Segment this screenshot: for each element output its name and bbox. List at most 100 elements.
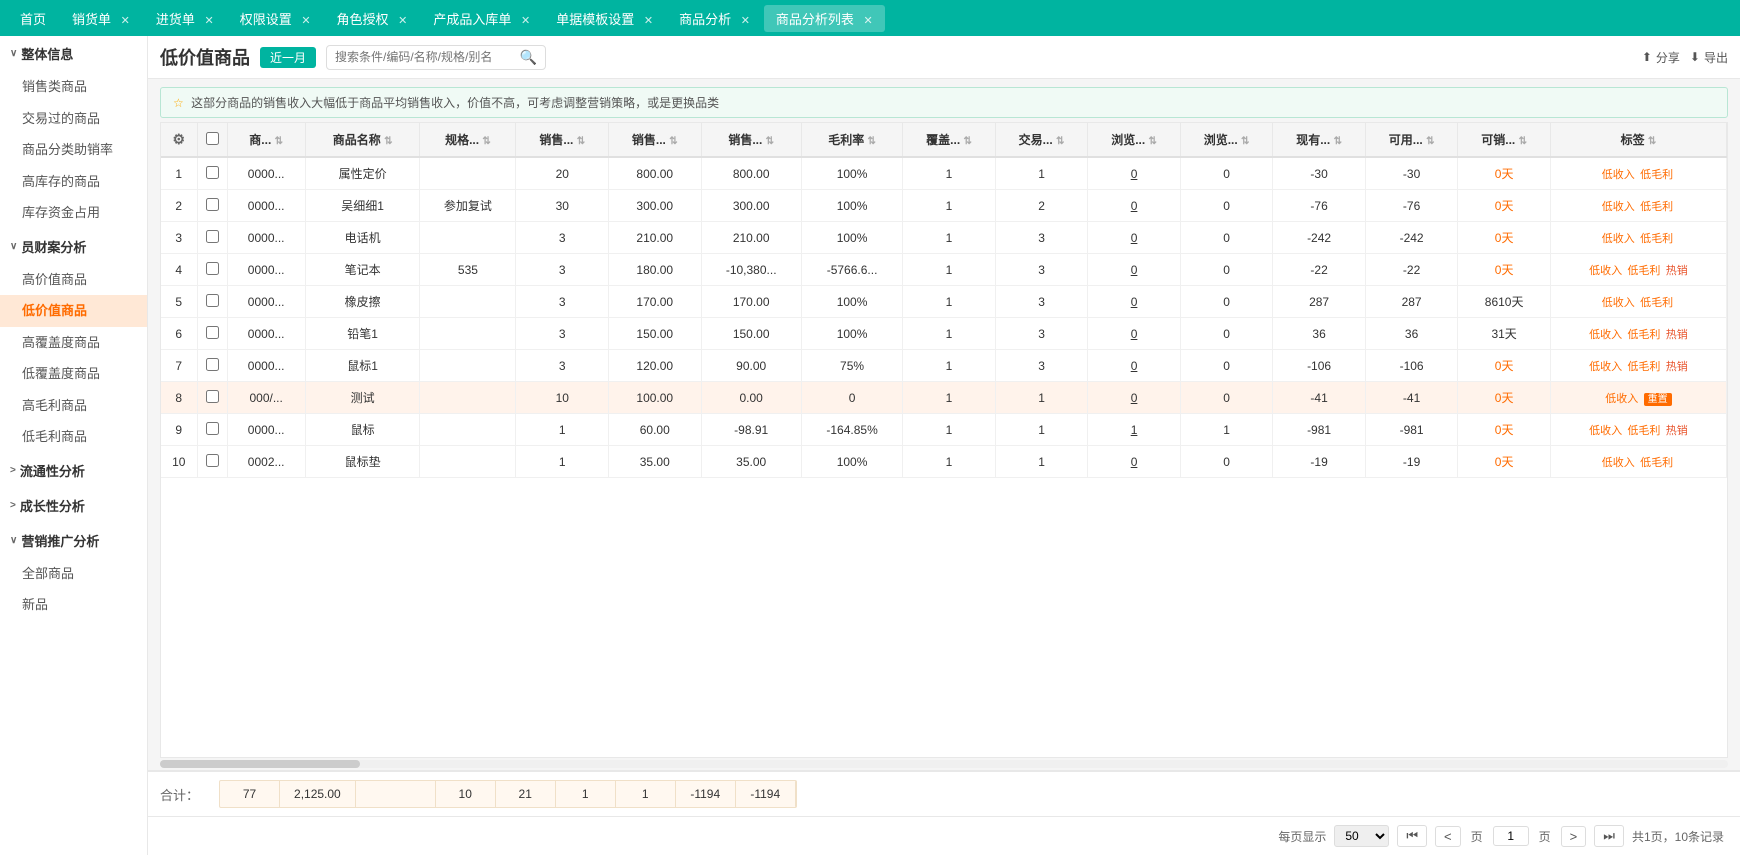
- sidebar-group-growth[interactable]: > 成长性分析: [0, 488, 147, 523]
- share-button[interactable]: ⬆ 分享: [1642, 49, 1680, 66]
- row-checkbox-cell[interactable]: [197, 446, 227, 478]
- export-button[interactable]: ⬇ 导出: [1690, 49, 1728, 66]
- settings-icon[interactable]: ⚙: [172, 131, 185, 147]
- col-code[interactable]: 商... ⇅: [227, 123, 305, 157]
- row-checkbox[interactable]: [206, 166, 219, 179]
- browse-link[interactable]: 0: [1131, 359, 1138, 373]
- nav-role[interactable]: 角色授权 ✕: [325, 5, 420, 32]
- browse-link[interactable]: 0: [1131, 167, 1138, 181]
- sidebar-item-all-goods[interactable]: 全部商品: [0, 558, 147, 590]
- col-trade[interactable]: 交易... ⇅: [995, 123, 1088, 157]
- sidebar-group-circulation[interactable]: > 流通性分析: [0, 453, 147, 488]
- row-checkbox-cell[interactable]: [197, 382, 227, 414]
- close-icon[interactable]: ✕: [644, 15, 653, 27]
- row-browse1[interactable]: 0: [1088, 446, 1181, 478]
- col-coverage[interactable]: 覆盖... ⇅: [903, 123, 996, 157]
- sidebar-item-traded-goods[interactable]: 交易过的商品: [0, 103, 147, 135]
- sidebar-item-high-stock[interactable]: 高库存的商品: [0, 166, 147, 198]
- col-days[interactable]: 可销... ⇅: [1458, 123, 1551, 157]
- row-checkbox-cell[interactable]: [197, 254, 227, 286]
- browse-link[interactable]: 0: [1131, 295, 1138, 309]
- browse-link[interactable]: 0: [1131, 231, 1138, 245]
- sidebar-item-stock-capital[interactable]: 库存资金占用: [0, 197, 147, 229]
- nav-home[interactable]: 首页: [8, 5, 58, 32]
- nav-purchase[interactable]: 进货单 ✕: [144, 5, 226, 32]
- nav-analysis[interactable]: 商品分析 ✕: [667, 5, 762, 32]
- close-icon[interactable]: ✕: [521, 15, 530, 27]
- col-margin[interactable]: 毛利率 ⇅: [801, 123, 902, 157]
- browse-link[interactable]: 0: [1131, 199, 1138, 213]
- sidebar-item-low-margin[interactable]: 低毛利商品: [0, 421, 147, 453]
- first-page-button[interactable]: ⏮: [1397, 825, 1427, 847]
- browse-link[interactable]: 0: [1131, 263, 1138, 277]
- row-checkbox-cell[interactable]: [197, 414, 227, 446]
- sidebar-item-high-coverage[interactable]: 高覆盖度商品: [0, 327, 147, 359]
- col-tags[interactable]: 标签 ⇅: [1550, 123, 1726, 157]
- col-spec[interactable]: 规格... ⇅: [420, 123, 516, 157]
- search-input[interactable]: [335, 50, 520, 64]
- nav-template[interactable]: 单据模板设置 ✕: [544, 5, 665, 32]
- browse-link[interactable]: 0: [1131, 391, 1138, 405]
- close-icon[interactable]: ✕: [121, 15, 130, 27]
- sidebar-group-marketing[interactable]: ∨ 营销推广分析: [0, 523, 147, 558]
- scroll-thumb[interactable]: [160, 760, 360, 768]
- sidebar-item-low-value[interactable]: 低价值商品: [0, 295, 147, 327]
- nav-sales[interactable]: 销货单 ✕: [60, 5, 142, 32]
- select-all-checkbox[interactable]: [206, 132, 219, 145]
- row-browse1[interactable]: 0: [1088, 222, 1181, 254]
- col-avail[interactable]: 可用... ⇅: [1365, 123, 1458, 157]
- browse-link[interactable]: 0: [1131, 455, 1138, 469]
- row-checkbox[interactable]: [206, 390, 219, 403]
- search-icon[interactable]: 🔍: [520, 49, 537, 66]
- nav-product-stock[interactable]: 产成品入库单 ✕: [421, 5, 542, 32]
- row-checkbox-cell[interactable]: [197, 318, 227, 350]
- sidebar-item-high-margin[interactable]: 高毛利商品: [0, 390, 147, 422]
- close-icon[interactable]: ✕: [741, 15, 750, 27]
- row-browse1[interactable]: 1: [1088, 414, 1181, 446]
- row-checkbox[interactable]: [206, 454, 219, 467]
- col-sale-amt2[interactable]: 销售... ⇅: [701, 123, 801, 157]
- row-browse1[interactable]: 0: [1088, 286, 1181, 318]
- col-settings[interactable]: ⚙: [161, 123, 197, 157]
- sidebar-item-high-value[interactable]: 高价值商品: [0, 264, 147, 296]
- time-tag-button[interactable]: 近一月: [260, 47, 316, 68]
- row-checkbox[interactable]: [206, 358, 219, 371]
- sidebar-item-new-goods[interactable]: 新品: [0, 589, 147, 621]
- col-stock[interactable]: 现有... ⇅: [1273, 123, 1366, 157]
- col-browse2[interactable]: 浏览... ⇅: [1180, 123, 1273, 157]
- sidebar-item-sales-goods[interactable]: 销售类商品: [0, 71, 147, 103]
- sidebar-item-low-coverage[interactable]: 低覆盖度商品: [0, 358, 147, 390]
- data-table-wrapper[interactable]: ⚙ 商... ⇅ 商品名称 ⇅ 规格... ⇅ 销售... ⇅ 销售... ⇅ …: [160, 122, 1728, 758]
- browse-link[interactable]: 1: [1131, 423, 1138, 437]
- col-browse1[interactable]: 浏览... ⇅: [1088, 123, 1181, 157]
- next-page-button[interactable]: >: [1561, 826, 1587, 847]
- row-browse1[interactable]: 0: [1088, 157, 1181, 190]
- col-sale-qty[interactable]: 销售... ⇅: [516, 123, 609, 157]
- row-checkbox-cell[interactable]: [197, 286, 227, 318]
- close-icon[interactable]: ✕: [301, 15, 310, 27]
- browse-link[interactable]: 0: [1131, 327, 1138, 341]
- sidebar-group-finance[interactable]: ∨ 员财案分析: [0, 229, 147, 264]
- sidebar-group-overall[interactable]: ∨ 整体信息: [0, 36, 147, 71]
- page-number-input[interactable]: [1493, 826, 1529, 846]
- nav-permission[interactable]: 权限设置 ✕: [228, 5, 323, 32]
- row-browse1[interactable]: 0: [1088, 350, 1181, 382]
- row-checkbox[interactable]: [206, 262, 219, 275]
- row-browse1[interactable]: 0: [1088, 254, 1181, 286]
- close-icon[interactable]: ✕: [204, 15, 213, 27]
- row-checkbox-cell[interactable]: [197, 157, 227, 190]
- row-checkbox[interactable]: [206, 422, 219, 435]
- horizontal-scrollbar[interactable]: [160, 760, 1728, 768]
- close-icon[interactable]: ✕: [864, 15, 873, 27]
- close-icon[interactable]: ✕: [398, 15, 407, 27]
- col-sale-amt1[interactable]: 销售... ⇅: [609, 123, 702, 157]
- row-browse1[interactable]: 0: [1088, 190, 1181, 222]
- row-checkbox-cell[interactable]: [197, 190, 227, 222]
- row-browse1[interactable]: 0: [1088, 318, 1181, 350]
- page-size-select[interactable]: 50 100: [1334, 825, 1389, 847]
- row-checkbox[interactable]: [206, 198, 219, 211]
- row-browse1[interactable]: 0: [1088, 382, 1181, 414]
- sidebar-item-category-rate[interactable]: 商品分类助销率: [0, 134, 147, 166]
- row-checkbox-cell[interactable]: [197, 222, 227, 254]
- row-checkbox-cell[interactable]: [197, 350, 227, 382]
